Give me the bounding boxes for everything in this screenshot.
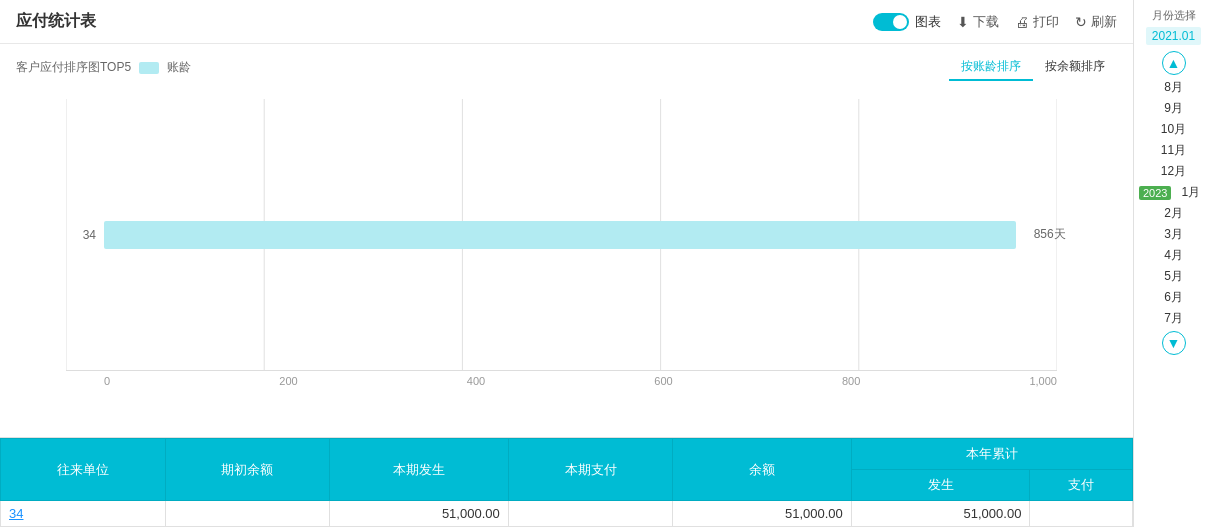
- month-item-9[interactable]: 9月: [1134, 98, 1213, 119]
- month-item-10[interactable]: 10月: [1134, 119, 1213, 140]
- bar-fill: 856天: [104, 221, 1016, 249]
- toggle-label: 图表: [915, 13, 941, 31]
- cell-payment: [508, 501, 673, 527]
- refresh-icon: ↻: [1075, 14, 1087, 30]
- bar-end-label: 856天: [1034, 226, 1066, 243]
- chart-legend: 客户应付排序图TOP5 账龄: [16, 59, 191, 76]
- toggle-thumb: [893, 15, 907, 29]
- header-actions: 图表 ⬇ 下载 🖨 打印 ↻ 刷新: [873, 13, 1117, 31]
- col-ytd-payment: 支付: [1030, 470, 1133, 501]
- tab-by-balance[interactable]: 按账龄排序: [949, 54, 1033, 81]
- bar-area: 34 856天: [66, 99, 1057, 370]
- chart-section: 客户应付排序图TOP5 账龄 按账龄排序 按余额排序: [0, 44, 1133, 437]
- col-unit: 往来单位: [1, 439, 166, 501]
- year-2023-group: 2023 1月: [1134, 182, 1213, 203]
- year-2023-badge: 2023: [1139, 186, 1171, 200]
- table-header-row: 往来单位 期初余额 本期发生 本期支付 余额 本年累计: [1, 439, 1133, 470]
- page-title: 应付统计表: [16, 11, 96, 32]
- col-occurrence: 本期发生: [330, 439, 509, 501]
- print-label: 打印: [1033, 13, 1059, 31]
- cell-balance: 51,000.00: [673, 501, 852, 527]
- sidebar-nav-up[interactable]: ▲: [1162, 51, 1186, 75]
- print-button[interactable]: 🖨 打印: [1015, 13, 1059, 31]
- table-section: 往来单位 期初余额 本期发生 本期支付 余额 本年累计 发生 支付: [0, 437, 1133, 527]
- month-item-3[interactable]: 3月: [1134, 224, 1213, 245]
- download-button[interactable]: ⬇ 下载: [957, 13, 999, 31]
- x-tick-800: 800: [842, 375, 860, 387]
- chart-toggle[interactable]: 图表: [873, 13, 941, 31]
- col-balance: 余额: [673, 439, 852, 501]
- month-item-8[interactable]: 8月: [1134, 77, 1213, 98]
- cell-unit: 34: [1, 501, 166, 527]
- bar-chart: 34 856天 0 200 400 600 800 1,000: [16, 89, 1117, 427]
- bar-item-34: 34 856天: [66, 221, 1057, 249]
- bar-label: 34: [66, 228, 96, 242]
- month-item-6[interactable]: 6月: [1134, 287, 1213, 308]
- cell-ytd-payment: [1030, 501, 1133, 527]
- refresh-label: 刷新: [1091, 13, 1117, 31]
- cell-occurrence: 51,000.00: [330, 501, 509, 527]
- data-table: 往来单位 期初余额 本期发生 本期支付 余额 本年累计 发生 支付: [0, 438, 1133, 527]
- chart-header: 客户应付排序图TOP5 账龄 按账龄排序 按余额排序: [16, 54, 1117, 81]
- month-item-2[interactable]: 2月: [1134, 203, 1213, 224]
- download-icon: ⬇: [957, 14, 969, 30]
- sidebar-date[interactable]: 2021.01: [1146, 27, 1201, 45]
- refresh-button[interactable]: ↻ 刷新: [1075, 13, 1117, 31]
- month-item-1[interactable]: 1月: [1173, 182, 1208, 203]
- month-item-11[interactable]: 11月: [1134, 140, 1213, 161]
- x-tick-0: 0: [104, 375, 110, 387]
- table-wrapper: 往来单位 期初余额 本期发生 本期支付 余额 本年累计 发生 支付: [0, 438, 1133, 527]
- x-tick-600: 600: [654, 375, 672, 387]
- x-tick-400: 400: [467, 375, 485, 387]
- month-item-12[interactable]: 12月: [1134, 161, 1213, 182]
- tab-by-amount[interactable]: 按余额排序: [1033, 54, 1117, 81]
- col-opening: 期初余额: [165, 439, 330, 501]
- table-row: 34 51,000.00 51,000.00 51,000.00: [1, 501, 1133, 527]
- x-tick-200: 200: [279, 375, 297, 387]
- legend-label: 客户应付排序图TOP5: [16, 59, 131, 76]
- bar-chart-wrapper: 34 856天 0 200 400 600 800 1,000: [16, 89, 1117, 427]
- col-payment: 本期支付: [508, 439, 673, 501]
- legend-color-label: 账龄: [167, 59, 191, 76]
- legend-color-box: [139, 62, 159, 74]
- cell-opening: [165, 501, 330, 527]
- month-item-5[interactable]: 5月: [1134, 266, 1213, 287]
- chart-tabs: 按账龄排序 按余额排序: [949, 54, 1117, 81]
- print-icon: 🖨: [1015, 14, 1029, 30]
- sidebar-nav-down[interactable]: ▼: [1162, 331, 1186, 355]
- cell-ytd-occurrence: 51,000.00: [851, 501, 1030, 527]
- sidebar-title: 月份选择: [1152, 8, 1196, 23]
- x-tick-1000: 1,000: [1029, 375, 1057, 387]
- month-item-7[interactable]: 7月: [1134, 308, 1213, 329]
- download-label: 下载: [973, 13, 999, 31]
- x-axis: 0 200 400 600 800 1,000: [66, 370, 1057, 387]
- unit-link[interactable]: 34: [9, 506, 23, 521]
- month-item-4[interactable]: 4月: [1134, 245, 1213, 266]
- col-ytd-occurrence: 发生: [851, 470, 1030, 501]
- col-ytd-group: 本年累计: [851, 439, 1132, 470]
- right-sidebar: 月份选择 2021.01 ▲ 8月 9月 10月 11月 12月 2023 1月…: [1133, 0, 1213, 527]
- toggle-track[interactable]: [873, 13, 909, 31]
